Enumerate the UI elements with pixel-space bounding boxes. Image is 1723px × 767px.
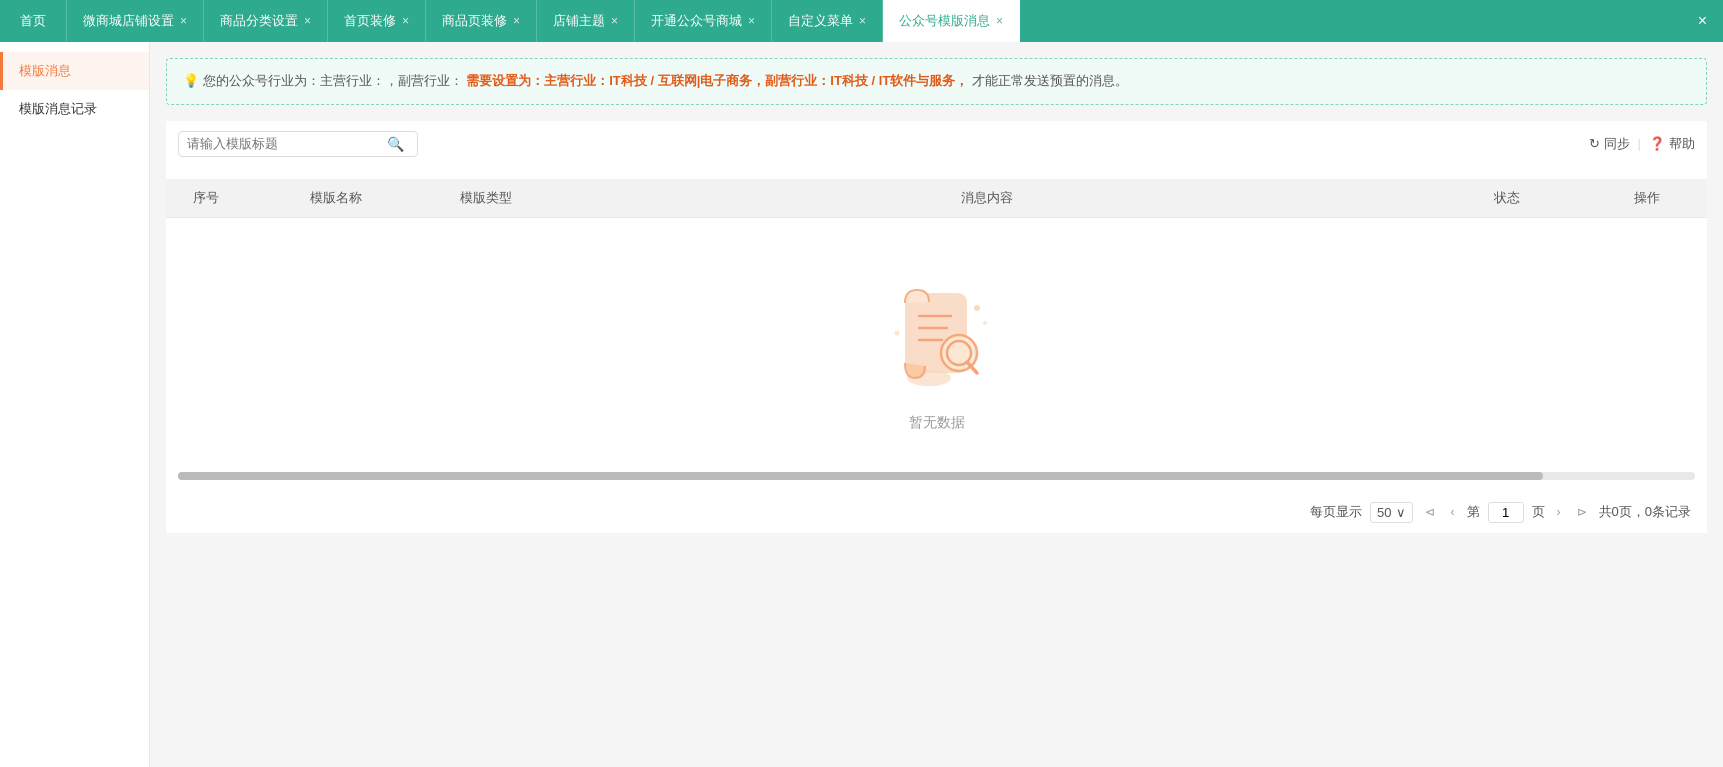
help-label: 帮助 [1669, 135, 1695, 153]
page-unit: 页 [1532, 503, 1545, 521]
th-index: 序号 [166, 189, 246, 207]
tab-home-deco-close[interactable]: × [402, 14, 409, 28]
tab-home-label: 首页 [20, 12, 46, 30]
tab-home-decoration[interactable]: 首页装修 × [328, 0, 426, 42]
tab-product-decoration[interactable]: 商品页装修 × [426, 0, 537, 42]
scroll-thumb[interactable] [178, 472, 1543, 480]
help-button[interactable]: ❓ 帮助 [1649, 135, 1695, 153]
layout: 模版消息 模版消息记录 💡 您的公众号行业为：主营行业：，副营行业： 需要设置为… [0, 42, 1723, 767]
sync-label: 同步 [1604, 135, 1630, 153]
notice-icon: 💡 [183, 73, 199, 88]
tab-shop-theme-label: 店铺主题 [553, 12, 605, 30]
search-input[interactable] [187, 136, 387, 151]
sidebar-item-template-msg-label: 模版消息 [19, 63, 71, 78]
tab-custom-menu-label: 自定义菜单 [788, 12, 853, 30]
empty-illustration [877, 278, 997, 398]
tab-bar-close-all[interactable]: × [1682, 12, 1723, 30]
toolbar-divider: | [1638, 136, 1641, 151]
tab-shop-settings-label: 微商城店铺设置 [83, 12, 174, 30]
page-di-label: 第 [1467, 503, 1480, 521]
search-icon[interactable]: 🔍 [387, 136, 404, 152]
tab-open-mall-close[interactable]: × [748, 14, 755, 28]
tab-product-deco-label: 商品页装修 [442, 12, 507, 30]
tab-bar: 首页 微商城店铺设置 × 商品分类设置 × 首页装修 × 商品页装修 × 店铺主… [0, 0, 1723, 42]
tab-category-settings[interactable]: 商品分类设置 × [204, 0, 328, 42]
sidebar: 模版消息 模版消息记录 [0, 42, 150, 767]
help-icon: ❓ [1649, 136, 1665, 151]
tab-template-msg-close[interactable]: × [996, 14, 1003, 28]
tab-home-deco-label: 首页装修 [344, 12, 396, 30]
page-next-button[interactable]: › [1553, 503, 1565, 521]
page-size-value: 50 [1377, 505, 1391, 520]
notice-prefix: 您的公众号行业为：主营行业：，副营行业： [203, 73, 463, 88]
empty-text: 暂无数据 [909, 414, 965, 432]
sync-button[interactable]: ↻ 同步 [1589, 135, 1630, 153]
th-actions: 操作 [1587, 189, 1707, 207]
sidebar-item-template-msg[interactable]: 模版消息 [0, 52, 149, 90]
page-size-label: 每页显示 [1310, 503, 1362, 521]
svg-point-9 [894, 330, 899, 335]
th-status: 状态 [1427, 189, 1587, 207]
page-prev-button[interactable]: ‹ [1447, 503, 1459, 521]
tab-shop-theme-close[interactable]: × [611, 14, 618, 28]
sidebar-item-template-msg-record[interactable]: 模版消息记录 [0, 90, 149, 128]
th-content: 消息内容 [546, 189, 1427, 207]
page-size-dropdown-icon: ∨ [1396, 505, 1406, 520]
page-first-button[interactable]: ⊲ [1421, 503, 1439, 521]
svg-point-8 [983, 321, 987, 325]
tab-custom-menu[interactable]: 自定义菜单 × [772, 0, 883, 42]
table-container: 🔍 ↻ 同步 | ❓ 帮助 序号 模版名称 模版 [166, 121, 1707, 533]
notice-suffix: 才能正常发送预置的消息。 [972, 73, 1128, 88]
page-size-select[interactable]: 50 ∨ [1370, 502, 1412, 523]
tab-shop-theme[interactable]: 店铺主题 × [537, 0, 635, 42]
tab-custom-menu-close[interactable]: × [859, 14, 866, 28]
pagination: 每页显示 50 ∨ ⊲ ‹ 第 页 › ⊳ 共0页，0条记录 [166, 492, 1707, 533]
svg-point-7 [974, 305, 980, 311]
th-name: 模版名称 [246, 189, 426, 207]
main-content: 💡 您的公众号行业为：主营行业：，副营行业： 需要设置为：主营行业：IT科技 /… [150, 42, 1723, 767]
horizontal-scrollbar[interactable] [178, 472, 1695, 480]
tab-open-mall[interactable]: 开通公众号商城 × [635, 0, 772, 42]
tab-template-msg-label: 公众号模版消息 [899, 12, 990, 30]
page-last-button[interactable]: ⊳ [1573, 503, 1591, 521]
sync-icon: ↻ [1589, 136, 1600, 151]
search-field-wrapper[interactable]: 🔍 [178, 131, 418, 157]
page-total: 共0页，0条记录 [1599, 503, 1691, 521]
tab-category-close[interactable]: × [304, 14, 311, 28]
th-type: 模版类型 [426, 189, 546, 207]
notice-banner: 💡 您的公众号行业为：主营行业：，副营行业： 需要设置为：主营行业：IT科技 /… [166, 58, 1707, 105]
tab-open-mall-label: 开通公众号商城 [651, 12, 742, 30]
search-actions: ↻ 同步 | ❓ 帮助 [1589, 135, 1695, 153]
tab-product-deco-close[interactable]: × [513, 14, 520, 28]
empty-state: 暂无数据 [166, 218, 1707, 472]
tab-shop-settings-close[interactable]: × [180, 14, 187, 28]
tab-shop-settings[interactable]: 微商城店铺设置 × [67, 0, 204, 42]
page-number-input[interactable] [1488, 502, 1524, 523]
sidebar-item-record-label: 模版消息记录 [19, 101, 97, 116]
tab-template-msg[interactable]: 公众号模版消息 × [883, 0, 1020, 42]
notice-highlight: 需要设置为：主营行业：IT科技 / 互联网|电子商务，副营行业：IT科技 / I… [466, 73, 968, 88]
search-bar: 🔍 ↻ 同步 | ❓ 帮助 [166, 121, 1707, 167]
tab-home[interactable]: 首页 [0, 0, 67, 42]
tab-category-label: 商品分类设置 [220, 12, 298, 30]
table-header: 序号 模版名称 模版类型 消息内容 状态 操作 [166, 179, 1707, 218]
